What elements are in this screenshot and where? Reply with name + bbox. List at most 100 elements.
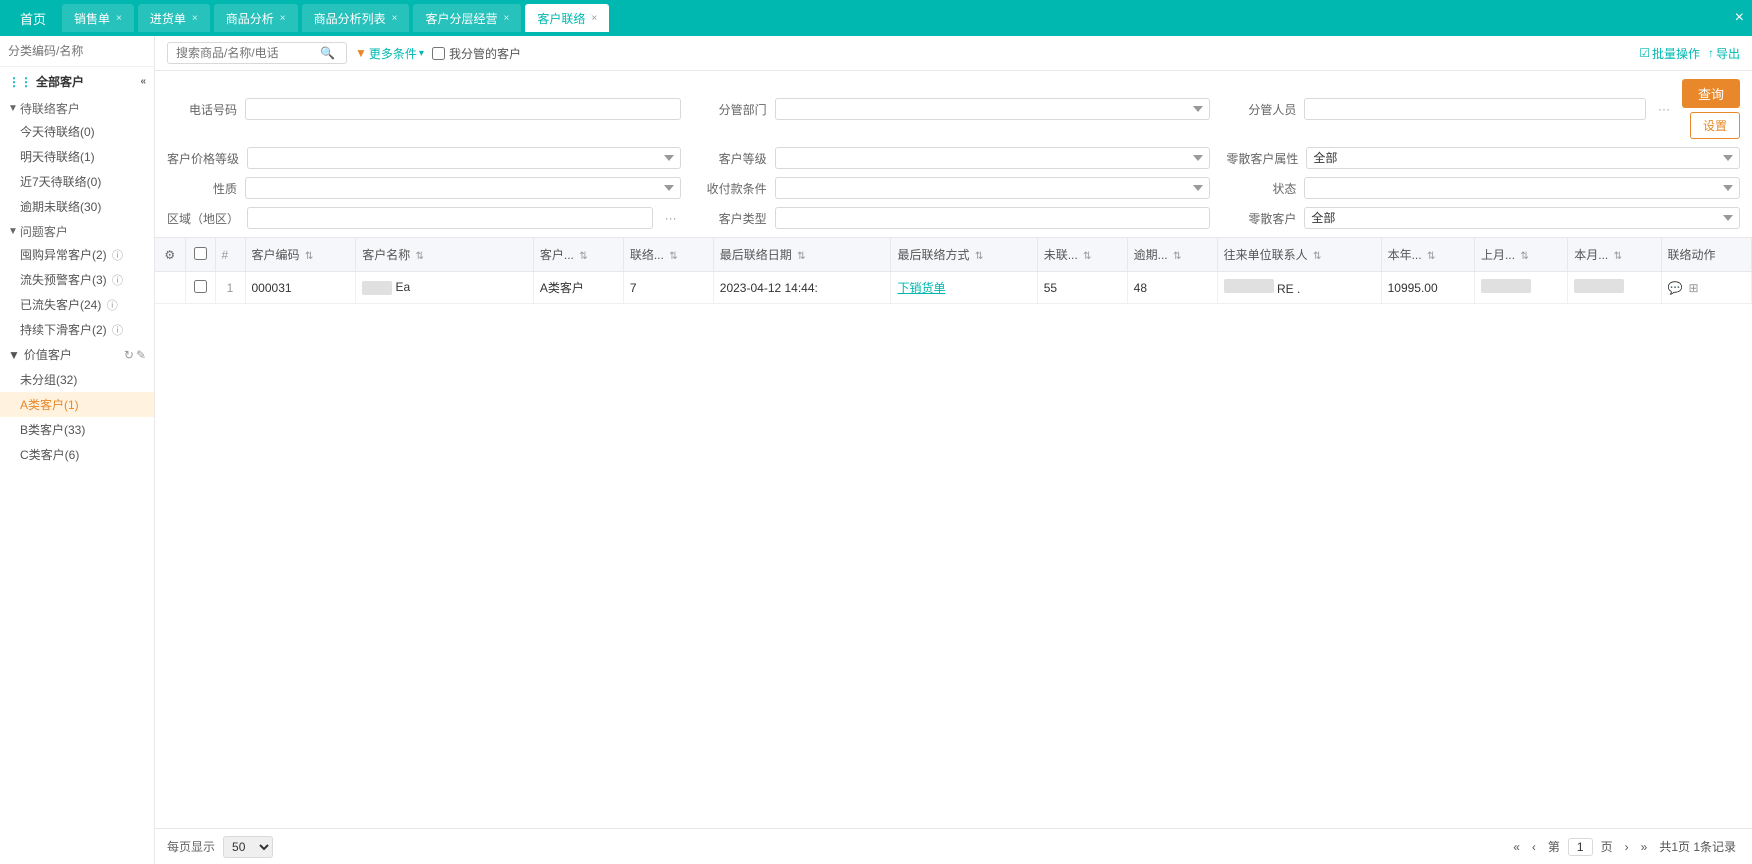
scattered-attr-label: 零散客户属性: [1226, 150, 1298, 167]
sidebar-item-a-class[interactable]: A类客户(1): [0, 392, 154, 417]
nav-tab-customer-contact[interactable]: 客户联络 ×: [525, 4, 609, 32]
sidebar-item-c-class[interactable]: C类客户(6): [0, 442, 154, 467]
filter-search-input[interactable]: [176, 46, 316, 60]
row-last-method[interactable]: 下销货单: [891, 272, 1037, 304]
settings-col[interactable]: ⚙: [155, 238, 185, 272]
price-level-select[interactable]: [247, 147, 681, 169]
export-btn[interactable]: ↑ 导出: [1708, 45, 1740, 62]
th-customer-type[interactable]: 客户... ⇅: [533, 238, 623, 272]
query-button[interactable]: 查询: [1682, 79, 1740, 108]
prev-page-btn[interactable]: ‹: [1528, 840, 1540, 854]
my-customers-check[interactable]: [432, 47, 445, 60]
manager-dots[interactable]: ···: [1654, 102, 1674, 116]
group-pending-contact[interactable]: ▼ 待联络客户: [0, 96, 154, 119]
row-overdue: 48: [1127, 272, 1217, 304]
total-label: 共1页 1条记录: [1655, 838, 1740, 855]
table-row: 1 000031 Ea A类客户 7 2023-04-12 14:44: 下销货…: [155, 272, 1752, 304]
nav-tab-sales[interactable]: 销售单 ×: [62, 4, 134, 32]
sidebar-item-tomorrow[interactable]: 明天待联络(1): [0, 144, 154, 169]
sidebar-item-b-class[interactable]: B类客户(33): [0, 417, 154, 442]
row-last-month: [1474, 272, 1567, 304]
edit-icon[interactable]: ✎: [136, 348, 146, 362]
scattered-attr-select[interactable]: 全部: [1306, 147, 1740, 169]
payment-select[interactable]: [775, 177, 1211, 199]
th-this-year[interactable]: 本年... ⇅: [1381, 238, 1474, 272]
dept-label: 分管部门: [697, 101, 767, 118]
close-all-tabs[interactable]: ×: [1735, 9, 1744, 27]
sidebar-item-declining[interactable]: 持续下滑客户(2) ⓘ: [0, 317, 154, 342]
th-contact-count[interactable]: 联络... ⇅: [623, 238, 713, 272]
close-tab-analysis-list[interactable]: ×: [392, 13, 398, 24]
th-this-month[interactable]: 本月... ⇅: [1568, 238, 1661, 272]
batch-operation-btn[interactable]: ☑ 批量操作: [1639, 45, 1700, 62]
next-page-btn[interactable]: ›: [1621, 840, 1633, 854]
manager-label: 分管人员: [1226, 101, 1296, 118]
filter-row-manager: 分管人员 ··· 查询 设置: [1226, 79, 1740, 139]
filter-search-icon[interactable]: 🔍: [320, 46, 335, 60]
info-icon-churned: ⓘ: [107, 300, 118, 312]
filter-bar: 🔍 ▼ 更多条件 ▾ 我分管的客户 ☑ 批量操作 ↑ 导出: [155, 36, 1752, 71]
current-page-num[interactable]: 1: [1568, 838, 1593, 856]
sidebar-item-hoarding[interactable]: 囤购异常客户(2) ⓘ: [0, 242, 154, 267]
sidebar-item-ungrouped[interactable]: 未分组(32): [0, 367, 154, 392]
bottom-bar: 每页显示 50 100 « ‹ 第 1 页 › » 共1页 1条记录: [155, 828, 1752, 864]
row-index: 1: [215, 272, 245, 304]
close-tab-customer-segment[interactable]: ×: [503, 13, 509, 24]
group-problem-customers[interactable]: ▼ 问题客户: [0, 219, 154, 242]
sidebar-collapse-icon[interactable]: «: [140, 76, 146, 87]
sort-code-icon: ⇅: [305, 251, 313, 262]
select-all-checkbox[interactable]: [194, 247, 207, 260]
region-input[interactable]: [247, 207, 653, 229]
close-tab-analysis[interactable]: ×: [280, 13, 286, 24]
th-name[interactable]: 客户名称 ⇅: [356, 238, 534, 272]
sidebar-item-today[interactable]: 今天待联络(0): [0, 119, 154, 144]
page-label: 第: [1544, 838, 1564, 855]
region-dots[interactable]: ···: [661, 211, 681, 225]
first-page-btn[interactable]: «: [1509, 840, 1524, 854]
filter-more-btn[interactable]: ▼ 更多条件 ▾: [355, 45, 424, 62]
per-page-select[interactable]: 50 100: [223, 836, 273, 858]
action-qr-icon[interactable]: ⊞: [1688, 281, 1698, 295]
manager-input[interactable]: [1304, 98, 1646, 120]
th-contacts[interactable]: 往来单位联系人 ⇅: [1217, 238, 1381, 272]
sidebar-search-input[interactable]: [8, 44, 155, 58]
sidebar-item-overdue[interactable]: 逾期未联络(30): [0, 194, 154, 219]
sort-contacts-icon: ⇅: [1313, 251, 1321, 262]
th-last-method[interactable]: 最后联络方式 ⇅: [891, 238, 1037, 272]
nav-tab-purchase[interactable]: 进货单 ×: [138, 4, 210, 32]
last-page-btn[interactable]: »: [1637, 840, 1652, 854]
sidebar-all-customers[interactable]: ⋮⋮ 全部客户 «: [0, 67, 154, 96]
data-table: ⚙ # 客户编码 ⇅ 客户名称 ⇅: [155, 238, 1752, 304]
sidebar-item-churn-warning[interactable]: 流失预警客户(3) ⓘ: [0, 267, 154, 292]
refresh-icon[interactable]: ↻: [124, 348, 134, 362]
nav-tab-analysis-list[interactable]: 商品分析列表 ×: [302, 4, 410, 32]
scattered-select[interactable]: 全部: [1304, 207, 1740, 229]
nav-tab-analysis[interactable]: 商品分析 ×: [214, 4, 298, 32]
close-tab-purchase[interactable]: ×: [192, 13, 198, 24]
action-message-icon[interactable]: 💬: [1668, 281, 1683, 295]
close-tab-sales[interactable]: ×: [116, 13, 122, 24]
th-overdue[interactable]: 逾期... ⇅: [1127, 238, 1217, 272]
th-code[interactable]: 客户编码 ⇅: [245, 238, 356, 272]
row-checkbox[interactable]: [194, 280, 207, 293]
dept-select[interactable]: [775, 98, 1211, 120]
nav-home[interactable]: 首页: [8, 9, 58, 28]
customer-level-select[interactable]: [775, 147, 1211, 169]
group-value-customers[interactable]: ▼ 价值客户 ↻ ✎: [0, 342, 154, 367]
phone-input[interactable]: [245, 98, 681, 120]
nature-select[interactable]: [245, 177, 681, 199]
nav-tab-customer-segment[interactable]: 客户分层经营 ×: [413, 4, 521, 32]
status-select[interactable]: [1304, 177, 1740, 199]
th-last-date[interactable]: 最后联络日期 ⇅: [713, 238, 891, 272]
customer-type-input[interactable]: [775, 207, 1211, 229]
top-nav: 首页 销售单 × 进货单 × 商品分析 × 商品分析列表 × 客户分层经营 × …: [0, 0, 1752, 36]
close-tab-customer-contact[interactable]: ×: [591, 13, 597, 24]
setting-button[interactable]: 设置: [1690, 112, 1740, 139]
sidebar-item-7days[interactable]: 近7天待联络(0): [0, 169, 154, 194]
my-customers-checkbox[interactable]: 我分管的客户: [432, 45, 521, 62]
status-label: 状态: [1226, 180, 1296, 197]
sidebar-item-churned[interactable]: 已流失客户(24) ⓘ: [0, 292, 154, 317]
row-actions: 💬 ⊞: [1661, 272, 1751, 304]
th-last-month[interactable]: 上月... ⇅: [1474, 238, 1567, 272]
th-no-contact[interactable]: 未联... ⇅: [1037, 238, 1127, 272]
